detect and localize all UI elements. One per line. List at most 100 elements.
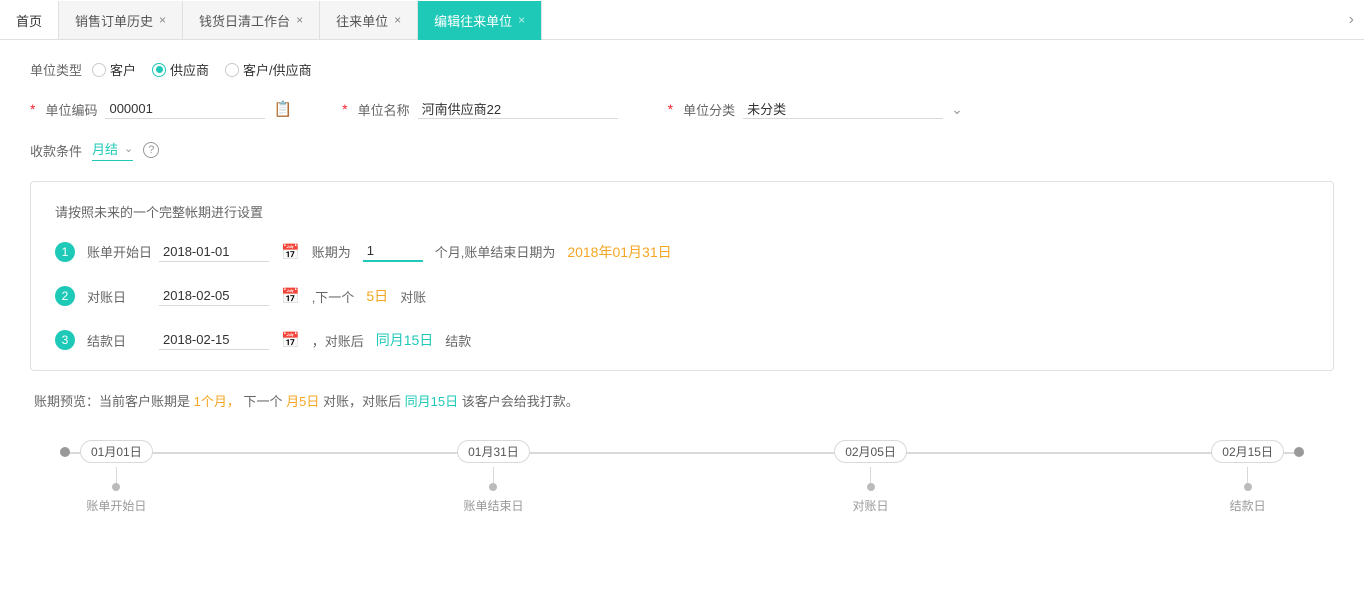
tab-expand-btn[interactable]: › (1339, 0, 1364, 39)
period-reconcile-calendar-icon[interactable]: 📅 (281, 287, 300, 305)
radio-customer-label: 客户 (110, 60, 136, 79)
tab-home[interactable]: 首页 (0, 1, 59, 40)
timeline-badge-4: 02月15日 (1211, 440, 1284, 463)
period-end-date: 2018年01月31日 (567, 242, 671, 262)
timeline-end-dot (1294, 447, 1304, 457)
unit-type-label: 单位类型 (30, 60, 82, 79)
tab-cash-work-label: 钱货日清工作台 (199, 11, 290, 30)
tab-edit-partner-close[interactable]: × (518, 13, 525, 27)
radio-customer-circle (92, 63, 106, 77)
name-label: 单位名称 (358, 100, 410, 119)
name-required-star: * (342, 101, 347, 117)
timeline-start-dot (60, 447, 70, 457)
period-payment-calendar-icon[interactable]: 📅 (281, 331, 300, 349)
timeline-wrapper: 01月01日 账单开始日 01月31日 账单结束日 02月05日 对账日 (40, 430, 1324, 514)
period-label-3: 结款日 (87, 331, 147, 350)
tab-home-label: 首页 (16, 11, 42, 30)
timeline-dot-4 (1244, 483, 1252, 491)
period-num-3: 3 (55, 330, 75, 350)
code-field-group: * 单位编码 📋 (30, 99, 292, 119)
preview-period: 1个月， (194, 394, 240, 409)
code-label: 单位编码 (45, 100, 97, 119)
category-dropdown-icon[interactable]: ⌄ (951, 101, 963, 118)
period-text-1b: 个月,账单结束日期为 (435, 242, 556, 261)
payment-row: 收款条件 月结 ⌄ ? (30, 139, 1334, 161)
name-input[interactable] (418, 99, 618, 119)
payment-select-value: 月结 (92, 139, 118, 158)
category-input[interactable] (743, 99, 943, 119)
period-text-2a: ,下一个 (312, 287, 355, 306)
timeline-sub-3: 对账日 (853, 497, 889, 514)
period-text-1a: 账期为 (312, 242, 351, 261)
tab-edit-partner[interactable]: 编辑往来单位 × (418, 1, 542, 40)
timeline-sub-2: 账单结束日 (463, 497, 523, 514)
timeline-vline-2 (493, 467, 494, 483)
payment-select-arrow: ⌄ (124, 142, 133, 155)
timeline-point-3: 02月05日 对账日 (834, 440, 907, 514)
period-start-date-input[interactable] (159, 242, 269, 262)
payment-select-wrapper[interactable]: 月结 ⌄ (92, 139, 133, 161)
unit-type-radio-group: 客户 供应商 客户/供应商 (92, 60, 312, 79)
tab-bar: 首页 销售订单历史 × 钱货日清工作台 × 往来单位 × 编辑往来单位 × › (0, 0, 1364, 40)
timeline-dot-3 (867, 483, 875, 491)
period-num-2: 2 (55, 286, 75, 306)
code-copy-icon[interactable]: 📋 (273, 100, 292, 118)
timeline-point-2: 01月31日 账单结束日 (457, 440, 530, 514)
period-payment-highlight: 同月15日 (376, 330, 434, 350)
preview-payment-highlight: 同月15日 (405, 394, 458, 409)
period-months-input[interactable] (363, 241, 423, 262)
tab-sales-history[interactable]: 销售订单历史 × (59, 1, 183, 40)
category-label: 单位分类 (683, 100, 735, 119)
period-label-2: 对账日 (87, 287, 147, 306)
name-field-group: * 单位名称 (342, 99, 617, 119)
radio-both-label: 客户/供应商 (243, 60, 312, 79)
timeline-dot-2 (489, 483, 497, 491)
tab-edit-partner-label: 编辑往来单位 (434, 11, 512, 30)
tab-sales-history-label: 销售订单历史 (75, 11, 153, 30)
period-reconcile-date-input[interactable] (159, 286, 269, 306)
period-label-1: 账单开始日 (87, 242, 147, 261)
radio-both[interactable]: 客户/供应商 (225, 60, 312, 79)
preview-label: 账期预览：当前客户账期是 (34, 394, 190, 409)
timeline-container: 01月01日 账单开始日 01月31日 账单结束日 02月05日 对账日 (40, 430, 1324, 514)
timeline-dot-1 (112, 483, 120, 491)
tab-partner[interactable]: 往来单位 × (320, 1, 418, 40)
tab-partner-close[interactable]: × (394, 13, 401, 27)
payment-help-icon[interactable]: ? (143, 142, 159, 158)
period-row-1: 1 账单开始日 📅 账期为 个月,账单结束日期为 2018年01月31日 (55, 241, 1309, 262)
preview-row: 账期预览：当前客户账期是 1个月， 下一个 月5日 对账，对账后 同月15日 该… (30, 391, 1334, 410)
category-required-star: * (668, 101, 673, 117)
category-field-group: * 单位分类 ⌄ (668, 99, 963, 119)
preview-middle: 下一个 (244, 394, 283, 409)
section-title: 请按照未来的一个完整帐期进行设置 (55, 202, 1309, 221)
timeline-badge-3: 02月05日 (834, 440, 907, 463)
period-text-3a: ，对账后 (312, 331, 364, 350)
payment-label: 收款条件 (30, 141, 82, 160)
tab-cash-work-close[interactable]: × (296, 13, 303, 27)
timeline-point-4: 02月15日 结款日 (1211, 440, 1284, 514)
timeline-point-1: 01月01日 账单开始日 (80, 440, 153, 514)
tab-cash-work[interactable]: 钱货日清工作台 × (183, 1, 320, 40)
period-start-calendar-icon[interactable]: 📅 (281, 243, 300, 261)
timeline-badge-2: 01月31日 (457, 440, 530, 463)
timeline-sub-4: 结款日 (1230, 497, 1266, 514)
period-row-3: 3 结款日 📅 ，对账后 同月15日 结款 (55, 330, 1309, 350)
preview-reconcile-highlight: 月5日 (286, 394, 319, 409)
code-required-star: * (30, 101, 35, 117)
period-section-box: 请按照未来的一个完整帐期进行设置 1 账单开始日 📅 账期为 个月,账单结束日期… (30, 181, 1334, 371)
period-payment-date-input[interactable] (159, 330, 269, 350)
preview-payment-suffix: 该客户会给我打款。 (462, 394, 579, 409)
unit-type-row: 单位类型 客户 供应商 客户/供应商 (30, 60, 1334, 79)
period-row-2: 2 对账日 📅 ,下一个 5日 对账 (55, 286, 1309, 306)
timeline-vline-1 (116, 467, 117, 483)
period-text-2b: 对账 (400, 287, 426, 306)
code-name-category-row: * 单位编码 📋 * 单位名称 * 单位分类 ⌄ (30, 99, 1334, 119)
radio-supplier-label: 供应商 (170, 60, 209, 79)
radio-customer[interactable]: 客户 (92, 60, 136, 79)
radio-both-circle (225, 63, 239, 77)
code-input[interactable] (105, 99, 265, 119)
radio-supplier[interactable]: 供应商 (152, 60, 209, 79)
period-num-1: 1 (55, 242, 75, 262)
tab-sales-history-close[interactable]: × (159, 13, 166, 27)
timeline-vline-4 (1247, 467, 1248, 483)
